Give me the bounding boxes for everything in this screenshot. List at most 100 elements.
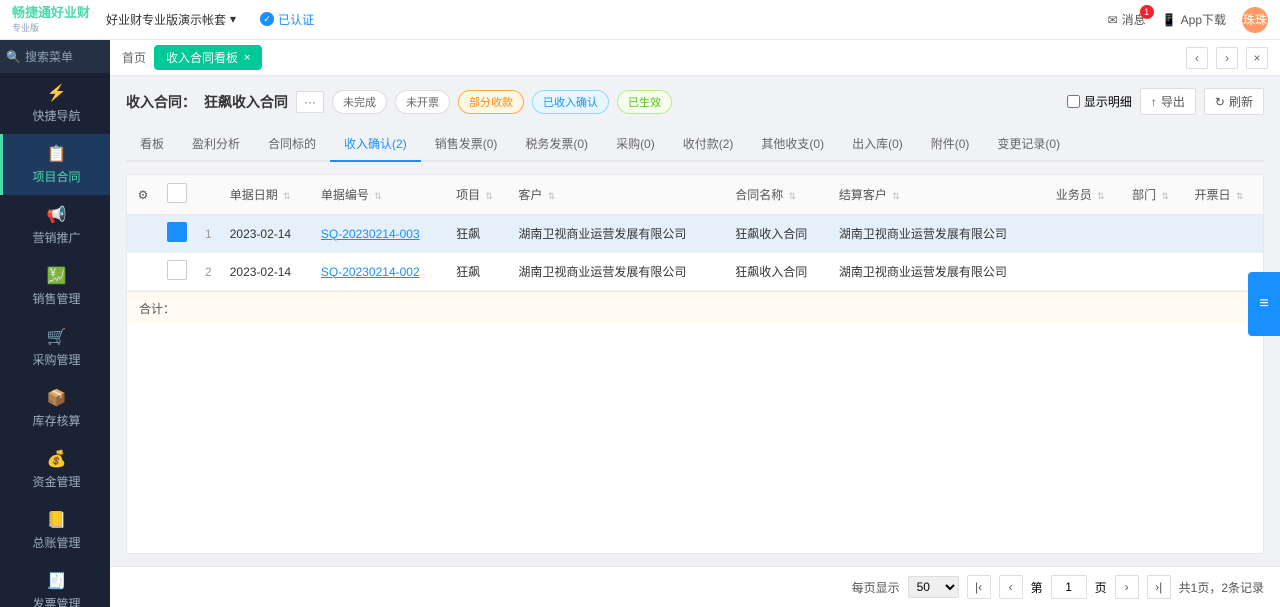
tab-close-all-button[interactable]: × <box>1246 47 1268 69</box>
row-number-link[interactable]: SQ-20230214-003 <box>321 227 420 241</box>
contract-prefix: 收入合同： <box>126 92 196 112</box>
company-name: 好业财专业版演示帐套 <box>106 11 226 28</box>
status-not-complete[interactable]: 未完成 <box>332 90 387 114</box>
row-checkbox-cell[interactable] <box>159 215 195 253</box>
message-button[interactable]: ✉ 消息 1 <box>1108 11 1146 28</box>
tab-change-log[interactable]: 变更记录(0) <box>983 127 1074 162</box>
table-row[interactable]: 2 2023-02-14 SQ-20230214-002 狂飙 湖南卫视商业运营… <box>127 253 1263 291</box>
tab-prev-button[interactable]: ‹ <box>1186 47 1208 69</box>
more-button[interactable]: ··· <box>296 91 324 113</box>
col-date[interactable]: 单据日期 ⇅ <box>222 175 313 215</box>
row-number-cell[interactable]: SQ-20230214-003 <box>313 215 448 253</box>
table-select-all[interactable] <box>159 175 195 215</box>
refresh-button[interactable]: ↻ 刷新 <box>1204 88 1264 115</box>
settings-icon[interactable]: ⚙ <box>138 188 149 202</box>
page-number-input[interactable] <box>1051 575 1087 599</box>
col-project[interactable]: 项目 ⇅ <box>448 175 510 215</box>
show-details-label: 显示明细 <box>1084 93 1132 110</box>
avatar: 珠珠 <box>1242 7 1268 33</box>
row-checkbox[interactable] <box>167 260 187 280</box>
sidebar-item-general-ledger[interactable]: 📒 总账管理 <box>0 500 110 561</box>
row-number-link[interactable]: SQ-20230214-002 <box>321 265 420 279</box>
export-button[interactable]: ↑ 导出 <box>1140 88 1196 115</box>
row-number-cell[interactable]: SQ-20230214-002 <box>313 253 448 291</box>
app-download-button[interactable]: 📱 App下载 <box>1162 11 1226 28</box>
general-ledger-icon: 📒 <box>47 510 67 530</box>
table-row[interactable]: 1 2023-02-14 SQ-20230214-003 狂飙 湖南卫视商业运营… <box>127 215 1263 253</box>
row-billing-customer-cell: 湖南卫视商业运营发展有限公司 <box>831 253 1048 291</box>
row-checkbox[interactable] <box>167 222 187 242</box>
status-partial-collected[interactable]: 部分收款 <box>458 90 524 114</box>
export-icon: ↑ <box>1151 95 1157 109</box>
show-details-input[interactable] <box>1067 95 1080 108</box>
search-menu-item[interactable]: 🔍 搜索菜单 <box>0 40 110 73</box>
tab-sales-invoice[interactable]: 销售发票(0) <box>421 127 512 162</box>
col-billing-customer[interactable]: 结算客户 ⇅ <box>831 175 1048 215</box>
sidebar-item-sales[interactable]: 💹 销售管理 <box>0 256 110 317</box>
user-avatar[interactable]: 珠珠 <box>1242 7 1268 33</box>
col-number[interactable]: 单据编号 ⇅ <box>313 175 448 215</box>
tab-attachments[interactable]: 附件(0) <box>917 127 984 162</box>
check-icon: ✓ <box>260 12 274 26</box>
col-salesman[interactable]: 业务员 ⇅ <box>1048 175 1124 215</box>
page-next-button[interactable]: › <box>1115 575 1139 599</box>
status-confirmed[interactable]: 已收入确认 <box>532 90 609 114</box>
page-prev-button[interactable]: ‹ <box>999 575 1023 599</box>
refresh-label: 刷新 <box>1229 93 1253 110</box>
sidebar-item-purchase[interactable]: 🛒 采购管理 <box>0 317 110 378</box>
sidebar-item-label: 销售管理 <box>32 290 80 307</box>
row-num-cell: 2 <box>195 253 222 291</box>
tab-label: 收入合同看板 <box>166 49 238 66</box>
tab-tax-invoice[interactable]: 税务发票(0) <box>511 127 602 162</box>
download-icon: 📱 <box>1162 13 1177 27</box>
row-billing-customer-cell: 湖南卫视商业运营发展有限公司 <box>831 215 1048 253</box>
total-label: 合计： <box>139 300 175 317</box>
tab-other-income[interactable]: 其他收支(0) <box>747 127 838 162</box>
page-last-button[interactable]: ›| <box>1147 575 1171 599</box>
quick-nav-icon: ⚡ <box>47 83 67 103</box>
sidebar-item-marketing[interactable]: 📢 营销推广 <box>0 195 110 256</box>
row-department-cell <box>1124 253 1186 291</box>
row-open-date-cell <box>1186 215 1263 253</box>
status-not-invoiced[interactable]: 未开票 <box>395 90 450 114</box>
page-first-button[interactable]: |‹ <box>967 575 991 599</box>
sidebar-item-inventory[interactable]: 📦 库存核算 <box>0 378 110 439</box>
show-details-checkbox[interactable]: 显示明细 <box>1067 93 1132 110</box>
funds-icon: 💰 <box>47 449 67 469</box>
tab-contract-info[interactable]: 合同标的 <box>254 127 330 162</box>
col-department[interactable]: 部门 ⇅ <box>1124 175 1186 215</box>
marketing-icon: 📢 <box>47 205 67 225</box>
tab-profit[interactable]: 盈利分析 <box>178 127 254 162</box>
tab-close-button[interactable]: × <box>244 52 250 64</box>
sales-icon: 💹 <box>47 266 67 286</box>
export-label: 导出 <box>1161 93 1185 110</box>
right-action-button[interactable]: ≡ <box>1252 280 1276 328</box>
table-settings-col[interactable]: ⚙ <box>127 175 159 215</box>
col-contract-name[interactable]: 合同名称 ⇅ <box>727 175 831 215</box>
per-page-select[interactable]: 50 100 <box>908 576 959 598</box>
sidebar-item-funds[interactable]: 💰 资金管理 <box>0 439 110 500</box>
status-effective[interactable]: 已生效 <box>617 90 672 114</box>
tab-payment[interactable]: 收付款(2) <box>669 127 748 162</box>
tab-dashboard[interactable]: 看板 <box>126 127 178 162</box>
active-tab[interactable]: 收入合同看板 × <box>154 45 262 70</box>
row-date-cell: 2023-02-14 <box>222 215 313 253</box>
tab-next-button[interactable]: › <box>1216 47 1238 69</box>
tab-income-confirm[interactable]: 收入确认(2) <box>330 127 421 162</box>
table-footer: 合计： <box>127 291 1263 325</box>
col-open-date[interactable]: 开票日 ⇅ <box>1186 175 1263 215</box>
row-checkbox-cell[interactable] <box>159 253 195 291</box>
row-settings-cell <box>127 215 159 253</box>
tab-purchase[interactable]: 采购(0) <box>602 127 669 162</box>
sidebar-item-quick-nav[interactable]: ⚡ 快捷导航 <box>0 73 110 134</box>
home-tab[interactable]: 首页 <box>122 49 146 66</box>
select-all-checkbox[interactable] <box>167 183 187 203</box>
sidebar-item-invoice[interactable]: 🧾 发票管理 <box>0 561 110 607</box>
row-num-cell: 1 <box>195 215 222 253</box>
sidebar-item-project-contract[interactable]: 📋 项目合同 <box>0 134 110 195</box>
tab-outbound[interactable]: 出入库(0) <box>838 127 917 162</box>
income-confirm-table: ⚙ 单据日期 ⇅ 单据编号 ⇅ 项目 ⇅ 客户 ⇅ 合同名称 ⇅ 结算客户 ⇅ <box>126 174 1264 554</box>
col-customer[interactable]: 客户 ⇅ <box>510 175 727 215</box>
refresh-icon: ↻ <box>1215 95 1225 109</box>
company-selector[interactable]: 好业财专业版演示帐套 ▾ <box>106 11 236 28</box>
